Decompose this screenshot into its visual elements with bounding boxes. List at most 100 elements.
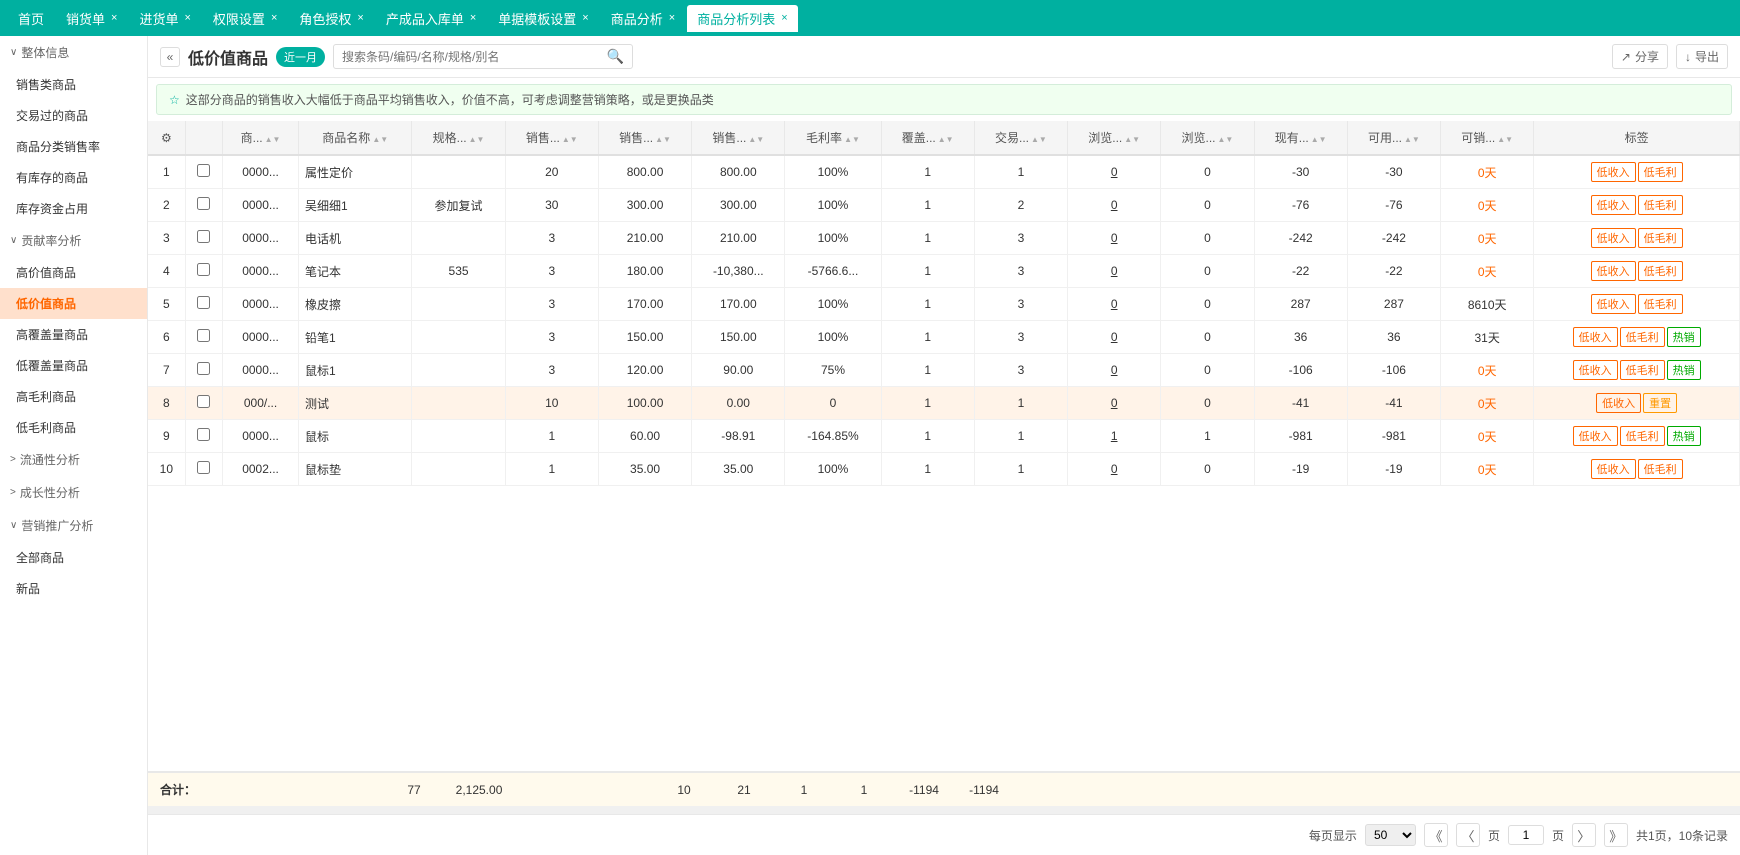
nav-item-商品分析[interactable]: 商品分析×	[601, 5, 685, 32]
sidebar-group-流通性分析[interactable]: >流通性分析	[0, 443, 147, 476]
prev-page-button[interactable]: 〈	[1456, 823, 1480, 847]
row-checkbox[interactable]	[197, 197, 210, 210]
row-view1[interactable]: 0	[1068, 321, 1161, 354]
nav-item-权限设置[interactable]: 权限设置×	[203, 5, 287, 32]
view1-link[interactable]: 0	[1111, 462, 1118, 476]
view1-link[interactable]: 0	[1111, 396, 1118, 410]
next-page-button[interactable]: 〉	[1572, 823, 1596, 847]
row-checkbox[interactable]	[197, 362, 210, 375]
close-icon[interactable]: ×	[271, 12, 277, 24]
view1-link[interactable]: 1	[1111, 429, 1118, 443]
row-checkbox[interactable]	[197, 263, 210, 276]
nav-item-角色授权[interactable]: 角色授权×	[289, 5, 373, 32]
close-icon[interactable]: ×	[781, 12, 787, 24]
sidebar-item-低毛利商品[interactable]: 低毛利商品	[0, 412, 147, 443]
close-icon[interactable]: ×	[582, 12, 588, 24]
sidebar-item-有库存的商品[interactable]: 有库存的商品	[0, 162, 147, 193]
sidebar-item-商品分类销售率[interactable]: 商品分类销售率	[0, 131, 147, 162]
col-header-margin[interactable]: 毛利率▲▼	[785, 121, 881, 155]
sidebar-group-成长性分析[interactable]: >成长性分析	[0, 476, 147, 509]
nav-item-销货单[interactable]: 销货单×	[56, 5, 127, 32]
col-header-current[interactable]: 现有...▲▼	[1254, 121, 1347, 155]
row-view1[interactable]: 1	[1068, 420, 1161, 453]
sidebar-item-新品[interactable]: 新品	[0, 573, 147, 604]
view1-link[interactable]: 0	[1111, 264, 1118, 278]
row-view1[interactable]: 0	[1068, 155, 1161, 189]
view1-link[interactable]: 0	[1111, 198, 1118, 212]
row-margin: 100%	[785, 288, 881, 321]
nav-item-产成品入库单[interactable]: 产成品入库单×	[376, 5, 486, 32]
view1-link[interactable]: 0	[1111, 330, 1118, 344]
row-checkbox[interactable]	[197, 461, 210, 474]
row-checkbox[interactable]	[197, 296, 210, 309]
sidebar-item-库存资金占用[interactable]: 库存资金占用	[0, 193, 147, 224]
col-header-sales3[interactable]: 销售...▲▼	[692, 121, 785, 155]
row-checkbox[interactable]	[197, 329, 210, 342]
view1-link[interactable]: 0	[1111, 231, 1118, 245]
col-header-view1[interactable]: 浏览...▲▼	[1068, 121, 1161, 155]
close-icon[interactable]: ×	[357, 12, 363, 24]
row-checkbox[interactable]	[197, 164, 210, 177]
row-view1[interactable]: 0	[1068, 255, 1161, 288]
close-icon[interactable]: ×	[184, 12, 190, 24]
导出-button[interactable]: ↓导出	[1676, 44, 1728, 69]
row-view1[interactable]: 0	[1068, 387, 1161, 420]
last-page-button[interactable]: 》	[1604, 823, 1628, 847]
row-spec	[412, 420, 505, 453]
page-size-select[interactable]: 50 20 100	[1365, 824, 1416, 846]
col-header-coverage[interactable]: 覆盖...▲▼	[881, 121, 974, 155]
tag-低毛利: 低毛利	[1638, 294, 1683, 314]
row-checkbox-cell	[185, 255, 222, 288]
col-header-sales2[interactable]: 销售...▲▼	[598, 121, 691, 155]
sidebar-item-低覆盖量商品[interactable]: 低覆盖量商品	[0, 350, 147, 381]
row-checkbox[interactable]	[197, 230, 210, 243]
row-view1[interactable]: 0	[1068, 354, 1161, 387]
nav-item-进货单[interactable]: 进货单×	[129, 5, 200, 32]
col-header-view2[interactable]: 浏览...▲▼	[1161, 121, 1254, 155]
col-header-trade[interactable]: 交易...▲▼	[974, 121, 1067, 155]
search-input[interactable]	[342, 50, 603, 64]
row-view1[interactable]: 0	[1068, 189, 1161, 222]
sidebar-item-全部商品[interactable]: 全部商品	[0, 542, 147, 573]
分享-button[interactable]: ↗分享	[1612, 44, 1668, 69]
row-view1[interactable]: 0	[1068, 288, 1161, 321]
nav-item-单据模板设置[interactable]: 单据模板设置×	[488, 5, 598, 32]
close-icon[interactable]: ×	[470, 12, 476, 24]
close-icon[interactable]: ×	[111, 12, 117, 24]
col-header-sales1[interactable]: 销售...▲▼	[505, 121, 598, 155]
col-header-available[interactable]: 可用...▲▼	[1347, 121, 1440, 155]
sort-icon: ▲▼	[1218, 135, 1234, 144]
page-input[interactable]	[1508, 825, 1544, 845]
view1-link[interactable]: 0	[1111, 363, 1118, 377]
sidebar-group-整体信息[interactable]: ∨整体信息	[0, 36, 147, 69]
sidebar-item-高价值商品[interactable]: 高价值商品	[0, 257, 147, 288]
time-badge[interactable]: 近一月	[276, 47, 325, 67]
col-header-spec[interactable]: 规格...▲▼	[412, 121, 505, 155]
row-current: -106	[1254, 354, 1347, 387]
row-view1[interactable]: 0	[1068, 453, 1161, 486]
nav-item-首页[interactable]: 首页	[8, 5, 54, 32]
row-sales3: -10,380...	[692, 255, 785, 288]
view1-link[interactable]: 0	[1111, 297, 1118, 311]
col-header-name[interactable]: 商品名称▲▼	[299, 121, 412, 155]
nav-item-商品分析列表[interactable]: 商品分析列表×	[687, 5, 797, 32]
row-name: 橡皮擦	[299, 288, 412, 321]
table-container[interactable]: ⚙商...▲▼商品名称▲▼规格...▲▼销售...▲▼销售...▲▼销售...▲…	[148, 121, 1740, 771]
row-checkbox[interactable]	[197, 395, 210, 408]
first-page-button[interactable]: 《	[1424, 823, 1448, 847]
collapse-button[interactable]: «	[160, 47, 180, 67]
sidebar-group-营销推广分析[interactable]: ∨营销推广分析	[0, 509, 147, 542]
view1-link[interactable]: 0	[1111, 165, 1118, 179]
sidebar-item-高覆盖量商品[interactable]: 高覆盖量商品	[0, 319, 147, 350]
row-checkbox[interactable]	[197, 428, 210, 441]
sidebar-item-低价值商品[interactable]: 低价值商品	[0, 288, 147, 319]
row-view1[interactable]: 0	[1068, 222, 1161, 255]
close-icon[interactable]: ×	[669, 12, 675, 24]
sidebar-item-销售类商品[interactable]: 销售类商品	[0, 69, 147, 100]
col-header-code[interactable]: 商...▲▼	[223, 121, 299, 155]
scrollbar-area[interactable]	[148, 806, 1740, 814]
sidebar-item-交易过的商品[interactable]: 交易过的商品	[0, 100, 147, 131]
sidebar-group-贡献率分析[interactable]: ∨贡献率分析	[0, 224, 147, 257]
sidebar-item-高毛利商品[interactable]: 高毛利商品	[0, 381, 147, 412]
col-header-saleable[interactable]: 可销...▲▼	[1441, 121, 1534, 155]
